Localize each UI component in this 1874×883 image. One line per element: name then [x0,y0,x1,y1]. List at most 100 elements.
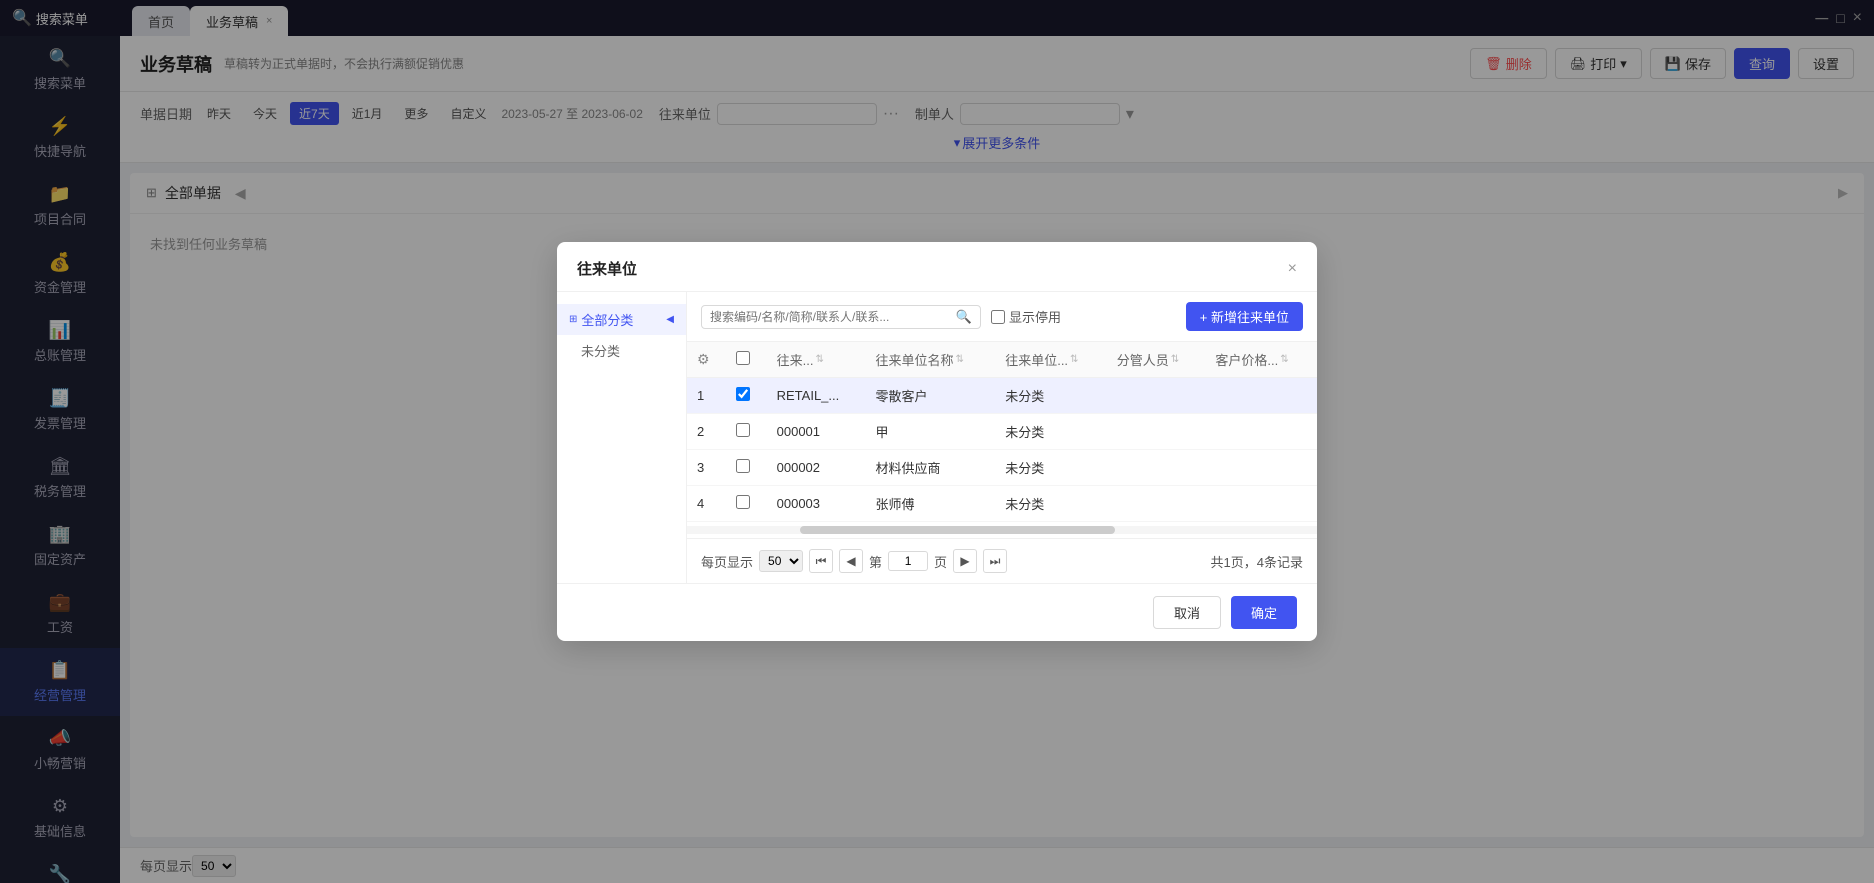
dialog-sidebar: ⊞ 全部分类 ◀ 未分类 [557,292,687,583]
per-page-label: 每页显示 [701,552,753,571]
partner-dialog: 往来单位 × ⊞ 全部分类 ◀ 未分类 [557,242,1317,641]
category-sub-label: 未分类 [581,341,620,360]
table-row[interactable]: 3 000002 材料供应商 未分类 [687,450,1317,486]
cell-price [1205,486,1317,522]
cell-checkbox[interactable] [726,486,767,522]
row-checkbox[interactable] [736,423,750,437]
cell-manager [1107,414,1206,450]
cell-name: 甲 [865,414,995,450]
category-all[interactable]: ⊞ 全部分类 ◀ [557,304,686,335]
show-disabled-label: 显示停用 [1009,307,1061,326]
search-icon: 🔍 [956,309,972,325]
col-price-label: 客户价格... [1215,350,1278,369]
cell-price [1205,450,1317,486]
sort-icon: ⇅ [1070,354,1078,365]
search-input[interactable] [710,310,952,324]
cell-name: 张师傅 [865,486,995,522]
cell-name: 零散客户 [865,378,995,414]
dialog-title: 往来单位 [577,258,637,279]
show-disabled-input[interactable] [991,310,1005,324]
cell-category: 未分类 [995,414,1107,450]
sort-price[interactable]: 客户价格...⇅ [1215,350,1307,369]
sort-icon: ⇅ [956,354,964,365]
per-page-select[interactable]: 50 [759,550,803,572]
dialog-body: ⊞ 全部分类 ◀ 未分类 🔍 [557,292,1317,583]
sort-code[interactable]: 往来...⇅ [777,350,856,369]
page-next-button[interactable]: ▶ [953,549,977,573]
th-settings[interactable]: ⚙ [687,342,726,378]
cell-checkbox[interactable] [726,378,767,414]
sort-manager[interactable]: 分管人员⇅ [1117,350,1196,369]
col-category-label: 往来单位... [1005,350,1068,369]
page-prev-button[interactable]: ◀ [839,549,863,573]
th-category: 往来单位...⇅ [995,342,1107,378]
collapse-icon[interactable]: ◀ [666,314,674,325]
cell-code: 000002 [767,450,866,486]
partner-table: ⚙ 往来...⇅ 往来单位名称⇅ 往来单位...⇅ 分管人员⇅ 客户价格...⇅ [687,342,1317,522]
table-row[interactable]: 1 RETAIL_... 零散客户 未分类 [687,378,1317,414]
cell-manager [1107,378,1206,414]
table-row[interactable]: 2 000001 甲 未分类 [687,414,1317,450]
scrollbar-thumb[interactable] [800,526,1115,534]
cancel-button[interactable]: 取消 [1153,596,1221,629]
cell-price [1205,414,1317,450]
select-all-checkbox[interactable] [736,351,750,365]
page-label: 页 [934,552,947,571]
confirm-button[interactable]: 确定 [1231,596,1297,629]
col-name-label: 往来单位名称 [875,350,953,369]
category-arrow-icon: ⊞ [569,314,577,325]
cell-checkbox[interactable] [726,414,767,450]
show-disabled-checkbox[interactable]: 显示停用 [991,307,1061,326]
horizontal-scrollbar[interactable] [687,526,1317,534]
cell-num: 3 [687,450,726,486]
sort-icon: ⇅ [1280,354,1288,365]
settings-icon: ⚙ [697,351,710,367]
dialog-close-button[interactable]: × [1288,260,1297,278]
cell-num: 1 [687,378,726,414]
cell-name: 材料供应商 [865,450,995,486]
cell-code: 000001 [767,414,866,450]
row-checkbox[interactable] [736,459,750,473]
sort-category[interactable]: 往来单位...⇅ [1005,350,1097,369]
cell-code: 000003 [767,486,866,522]
dialog-main: 🔍 显示停用 + 新增往来单位 [687,292,1317,583]
cell-code: RETAIL_... [767,378,866,414]
th-code: 往来...⇅ [767,342,866,378]
add-partner-label: + 新增往来单位 [1200,307,1289,326]
category-all-label: 全部分类 [581,310,633,329]
page-last-button[interactable]: ⏭ [983,549,1007,573]
page-input[interactable] [888,551,928,571]
th-checkbox[interactable] [726,342,767,378]
modal-overlay: 往来单位 × ⊞ 全部分类 ◀ 未分类 [0,0,1874,883]
add-partner-button[interactable]: + 新增往来单位 [1186,302,1303,331]
th-manager: 分管人员⇅ [1107,342,1206,378]
sort-icon: ⇅ [1171,354,1179,365]
col-manager-label: 分管人员 [1117,350,1169,369]
col-code-label: 往来... [777,350,814,369]
cell-category: 未分类 [995,450,1107,486]
table-row[interactable]: 4 000003 张师傅 未分类 [687,486,1317,522]
cell-price [1205,378,1317,414]
sort-icon: ⇅ [815,354,823,365]
cell-category: 未分类 [995,378,1107,414]
dialog-header: 往来单位 × [557,242,1317,292]
search-box: 🔍 [701,305,981,329]
category-uncategorized[interactable]: 未分类 [557,335,686,366]
row-checkbox[interactable] [736,387,750,401]
pagination-total: 共1页，4条记录 [1211,552,1303,571]
dialog-pagination: 每页显示 50 ⏮ ◀ 第 页 ▶ ⏭ 共1页，4条记录 [687,538,1317,583]
sort-name[interactable]: 往来单位名称⇅ [875,350,985,369]
dialog-footer: 取消 确定 [557,583,1317,641]
page-first-button[interactable]: ⏮ [809,549,833,573]
dialog-toolbar: 🔍 显示停用 + 新增往来单位 [687,292,1317,342]
cell-category: 未分类 [995,486,1107,522]
th-price: 客户价格...⇅ [1205,342,1317,378]
row-checkbox[interactable] [736,495,750,509]
cell-checkbox[interactable] [726,450,767,486]
cell-num: 2 [687,414,726,450]
cell-num: 4 [687,486,726,522]
th-name: 往来单位名称⇅ [865,342,995,378]
dialog-table[interactable]: ⚙ 往来...⇅ 往来单位名称⇅ 往来单位...⇅ 分管人员⇅ 客户价格...⇅ [687,342,1317,522]
page-num-label: 第 [869,552,882,571]
cell-manager [1107,450,1206,486]
